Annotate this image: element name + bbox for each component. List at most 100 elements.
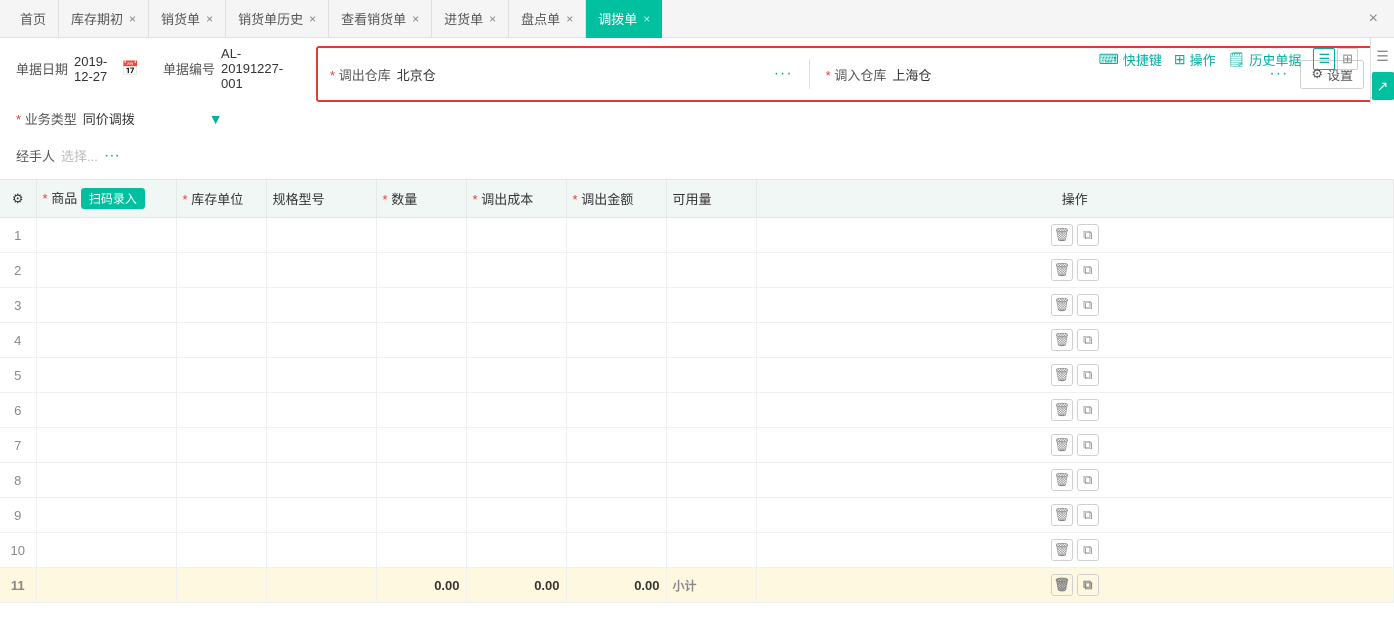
cell-available[interactable] [666, 393, 756, 428]
cell-unit[interactable] [176, 568, 266, 603]
tab-sales-order[interactable]: 销货单 × [149, 0, 226, 38]
cell-spec[interactable] [266, 288, 376, 323]
cell-cost[interactable] [466, 288, 566, 323]
cell-available[interactable] [666, 533, 756, 568]
col-gear[interactable]: ⚙ [0, 180, 36, 218]
delete-row-button[interactable]: 🗑 [1051, 294, 1073, 316]
operation-link[interactable]: ⊞ 操作 [1174, 50, 1216, 69]
cell-amount[interactable] [566, 428, 666, 463]
tab-view-sales[interactable]: 查看销货单 × [329, 0, 432, 38]
delete-row-button[interactable]: 🗑 [1051, 434, 1073, 456]
cell-qty[interactable] [376, 498, 466, 533]
cell-cost[interactable] [466, 358, 566, 393]
cell-amount[interactable] [566, 498, 666, 533]
cell-amount[interactable] [566, 393, 666, 428]
cell-spec[interactable] [266, 568, 376, 603]
cell-product[interactable] [36, 218, 176, 253]
cell-product[interactable] [36, 463, 176, 498]
cell-available[interactable] [666, 288, 756, 323]
manager-placeholder[interactable]: 选择... [61, 146, 98, 165]
cell-product[interactable] [36, 393, 176, 428]
tab-sales-history[interactable]: 销货单历史 × [226, 0, 329, 38]
copy-row-button[interactable]: ⧉ [1077, 364, 1099, 386]
cell-amount[interactable] [566, 463, 666, 498]
close-tab-sales-history[interactable]: × [309, 12, 316, 26]
copy-row-button[interactable]: ⧉ [1077, 224, 1099, 246]
cell-amount[interactable] [566, 358, 666, 393]
cell-available[interactable] [666, 253, 756, 288]
cell-spec[interactable] [266, 323, 376, 358]
warehouse-in-value[interactable]: 上海仓 [892, 65, 931, 84]
close-tab-sales-order[interactable]: × [206, 12, 213, 26]
cell-spec[interactable] [266, 533, 376, 568]
business-type-value[interactable]: 同价调拨 [83, 109, 203, 128]
delete-row-button[interactable]: 🗑 [1051, 364, 1073, 386]
cell-qty[interactable] [376, 393, 466, 428]
cell-unit[interactable] [176, 533, 266, 568]
copy-row-button[interactable]: ⧉ [1077, 259, 1099, 281]
copy-row-button[interactable]: ⧉ [1077, 539, 1099, 561]
cell-spec[interactable] [266, 253, 376, 288]
delete-row-button[interactable]: 🗑 [1051, 224, 1073, 246]
cell-unit[interactable] [176, 218, 266, 253]
cell-available[interactable] [666, 498, 756, 533]
cell-qty[interactable] [376, 533, 466, 568]
tab-inventory-check[interactable]: 盘点单 × [509, 0, 586, 38]
gear-icon[interactable]: ⚙ [12, 191, 24, 206]
cell-available[interactable] [666, 218, 756, 253]
copy-row-button[interactable]: ⧉ [1077, 574, 1099, 596]
cell-product[interactable] [36, 253, 176, 288]
cell-cost[interactable] [466, 253, 566, 288]
delete-row-button[interactable]: 🗑 [1051, 259, 1073, 281]
cell-spec[interactable] [266, 218, 376, 253]
delete-row-button[interactable]: 🗑 [1051, 399, 1073, 421]
cell-qty[interactable] [376, 358, 466, 393]
manager-more-icon[interactable]: ··· [104, 147, 120, 165]
cell-product[interactable] [36, 498, 176, 533]
copy-row-button[interactable]: ⧉ [1077, 469, 1099, 491]
cell-cost[interactable] [466, 218, 566, 253]
cell-amount[interactable] [566, 533, 666, 568]
warehouse-out-more-icon[interactable]: ··· [774, 65, 793, 83]
cell-product[interactable] [36, 288, 176, 323]
cell-product[interactable] [36, 533, 176, 568]
cell-product[interactable] [36, 323, 176, 358]
cell-qty[interactable] [376, 288, 466, 323]
cell-amount[interactable] [566, 218, 666, 253]
cell-cost[interactable] [466, 393, 566, 428]
cell-product[interactable] [36, 428, 176, 463]
tab-inventory-init[interactable]: 库存期初 × [59, 0, 149, 38]
cell-qty[interactable] [376, 463, 466, 498]
cell-available[interactable]: 小计 [666, 568, 756, 603]
cell-qty[interactable] [376, 323, 466, 358]
close-tab-view-sales[interactable]: × [412, 12, 419, 26]
cell-amount[interactable]: 0.00 [566, 568, 666, 603]
cell-unit[interactable] [176, 428, 266, 463]
docno-value[interactable]: AL-20191227-001 [221, 46, 296, 91]
cell-spec[interactable] [266, 498, 376, 533]
cell-unit[interactable] [176, 463, 266, 498]
delete-row-button[interactable]: 🗑 [1051, 539, 1073, 561]
tab-purchase-order[interactable]: 进货单 × [432, 0, 509, 38]
delete-row-button[interactable]: 🗑 [1051, 574, 1073, 596]
cell-spec[interactable] [266, 428, 376, 463]
cell-available[interactable] [666, 463, 756, 498]
sidebar-export-btn[interactable]: ↗ [1372, 72, 1394, 100]
grid-view-btn[interactable]: ⊞ [1337, 48, 1358, 70]
cell-available[interactable] [666, 323, 756, 358]
cell-spec[interactable] [266, 393, 376, 428]
close-tab-inventory-init[interactable]: × [129, 12, 136, 26]
close-tab-transfer-order[interactable]: × [643, 12, 650, 26]
sidebar-list-btn[interactable]: ☰ [1372, 42, 1394, 70]
cell-amount[interactable] [566, 323, 666, 358]
history-link[interactable]: 🗒 历史单据 [1228, 50, 1302, 69]
cell-unit[interactable] [176, 498, 266, 533]
shortcut-link[interactable]: ⌨ 快捷键 [1099, 50, 1162, 69]
copy-row-button[interactable]: ⧉ [1077, 329, 1099, 351]
cell-product[interactable] [36, 358, 176, 393]
date-value[interactable]: 2019-12-27 [74, 54, 114, 84]
cell-available[interactable] [666, 428, 756, 463]
close-tab-inventory-check[interactable]: × [566, 12, 573, 26]
cell-qty[interactable] [376, 253, 466, 288]
cell-qty[interactable]: 0.00 [376, 568, 466, 603]
